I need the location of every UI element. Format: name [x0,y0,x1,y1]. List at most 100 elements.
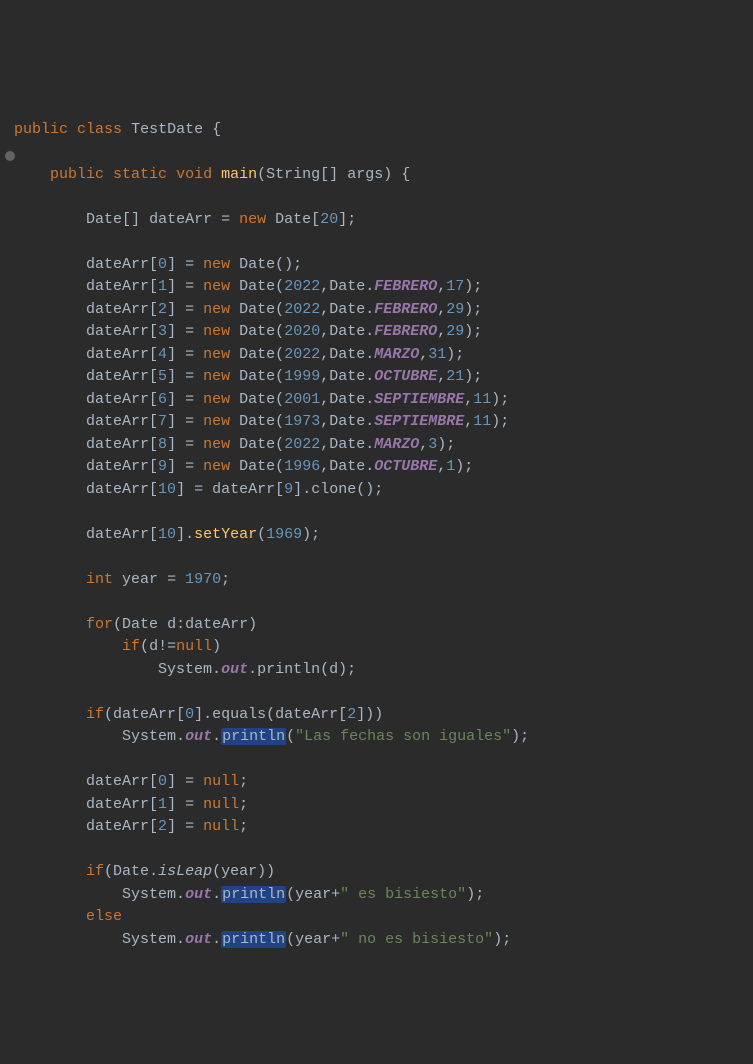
gutter-run-marker[interactable] [5,151,15,161]
string-literal: " es bisiesto" [340,886,466,903]
type: Date [239,301,275,318]
keyword: class [77,121,122,138]
keyword: if [122,638,140,655]
var-dateArr: dateArr [86,413,149,430]
num: 5 [158,368,167,385]
num: 11 [473,391,491,408]
type: Date [239,391,275,408]
num: 0 [158,256,167,273]
type: Date [239,436,275,453]
num: 1999 [284,368,320,385]
var-dateArr: dateArr [86,346,149,363]
keyword: new [203,458,230,475]
keyword: null [203,773,239,790]
field: OCTUBRE [374,458,437,475]
method-println-highlighted: println [221,886,286,903]
field: SEPTIEMBRE [374,391,464,408]
keyword: new [203,323,230,340]
field-out: out [185,886,212,903]
num: 1996 [284,458,320,475]
num: 1970 [185,571,221,588]
num: 17 [446,278,464,295]
num: 31 [428,346,446,363]
type: Date [329,278,365,295]
type: Date [239,368,275,385]
var-dateArr: dateArr [86,458,149,475]
field: FEBRERO [374,278,437,295]
num: 7 [158,413,167,430]
num: 21 [446,368,464,385]
method-println-highlighted: println [221,931,286,948]
keyword: static [113,166,167,183]
method-clone: clone [311,481,356,498]
keyword: new [203,278,230,295]
type: Date [239,458,275,475]
field: MARZO [374,346,419,363]
string-literal: " no es bisiesto" [340,931,493,948]
num: 4 [158,346,167,363]
keyword: else [86,908,122,925]
num: 0 [158,773,167,790]
keyword: int [86,571,113,588]
var-year: year [295,886,331,903]
var-dateArr: dateArr [212,481,275,498]
num: 2001 [284,391,320,408]
var-dateArr: dateArr [86,481,149,498]
num: 1969 [266,526,302,543]
type: Date [329,391,365,408]
keyword: new [203,391,230,408]
num: 3 [428,436,437,453]
field: FEBRERO [374,323,437,340]
type: Date [329,323,365,340]
var-system: System [122,931,176,948]
code-editor[interactable]: public class TestDate { public static vo… [6,96,753,951]
method-println-highlighted: println [221,728,286,745]
var-d: d [149,638,158,655]
var-dateArr: dateArr [86,278,149,295]
num: 3 [158,323,167,340]
method-main: main [221,166,257,183]
num: 1 [446,458,455,475]
keyword: if [86,706,104,723]
keyword: new [203,436,230,453]
type: Date [239,346,275,363]
num: 6 [158,391,167,408]
brace: { [212,121,221,138]
type: Date [329,458,365,475]
method-setYear: setYear [194,526,257,543]
var-dateArr: dateArr [185,616,248,633]
keyword: new [203,346,230,363]
type: String [266,166,320,183]
num: 29 [446,323,464,340]
var-dateArr: dateArr [113,706,176,723]
field-out: out [185,931,212,948]
var-dateArr: dateArr [86,368,149,385]
type: Date [329,413,365,430]
method-println: println [257,661,320,678]
type: Date [86,211,122,228]
var-dateArr: dateArr [86,301,149,318]
var-dateArr: dateArr [86,436,149,453]
keyword: new [203,368,230,385]
keyword: for [86,616,113,633]
var-dateArr: dateArr [86,773,149,790]
type: Date [239,413,275,430]
method-isLeap: isLeap [158,863,212,880]
var-system: System [158,661,212,678]
var-d: d [329,661,338,678]
num: 2022 [284,278,320,295]
var-system: System [122,728,176,745]
type: Date [122,616,158,633]
class-name: TestDate [131,121,203,138]
type: Date [329,368,365,385]
num: 2020 [284,323,320,340]
type: Date [275,211,311,228]
var-dateArr: dateArr [86,323,149,340]
num: 29 [446,301,464,318]
field: FEBRERO [374,301,437,318]
var-year: year [295,931,331,948]
keyword: if [86,863,104,880]
keyword: public [50,166,104,183]
num: 20 [320,211,338,228]
num: 1973 [284,413,320,430]
